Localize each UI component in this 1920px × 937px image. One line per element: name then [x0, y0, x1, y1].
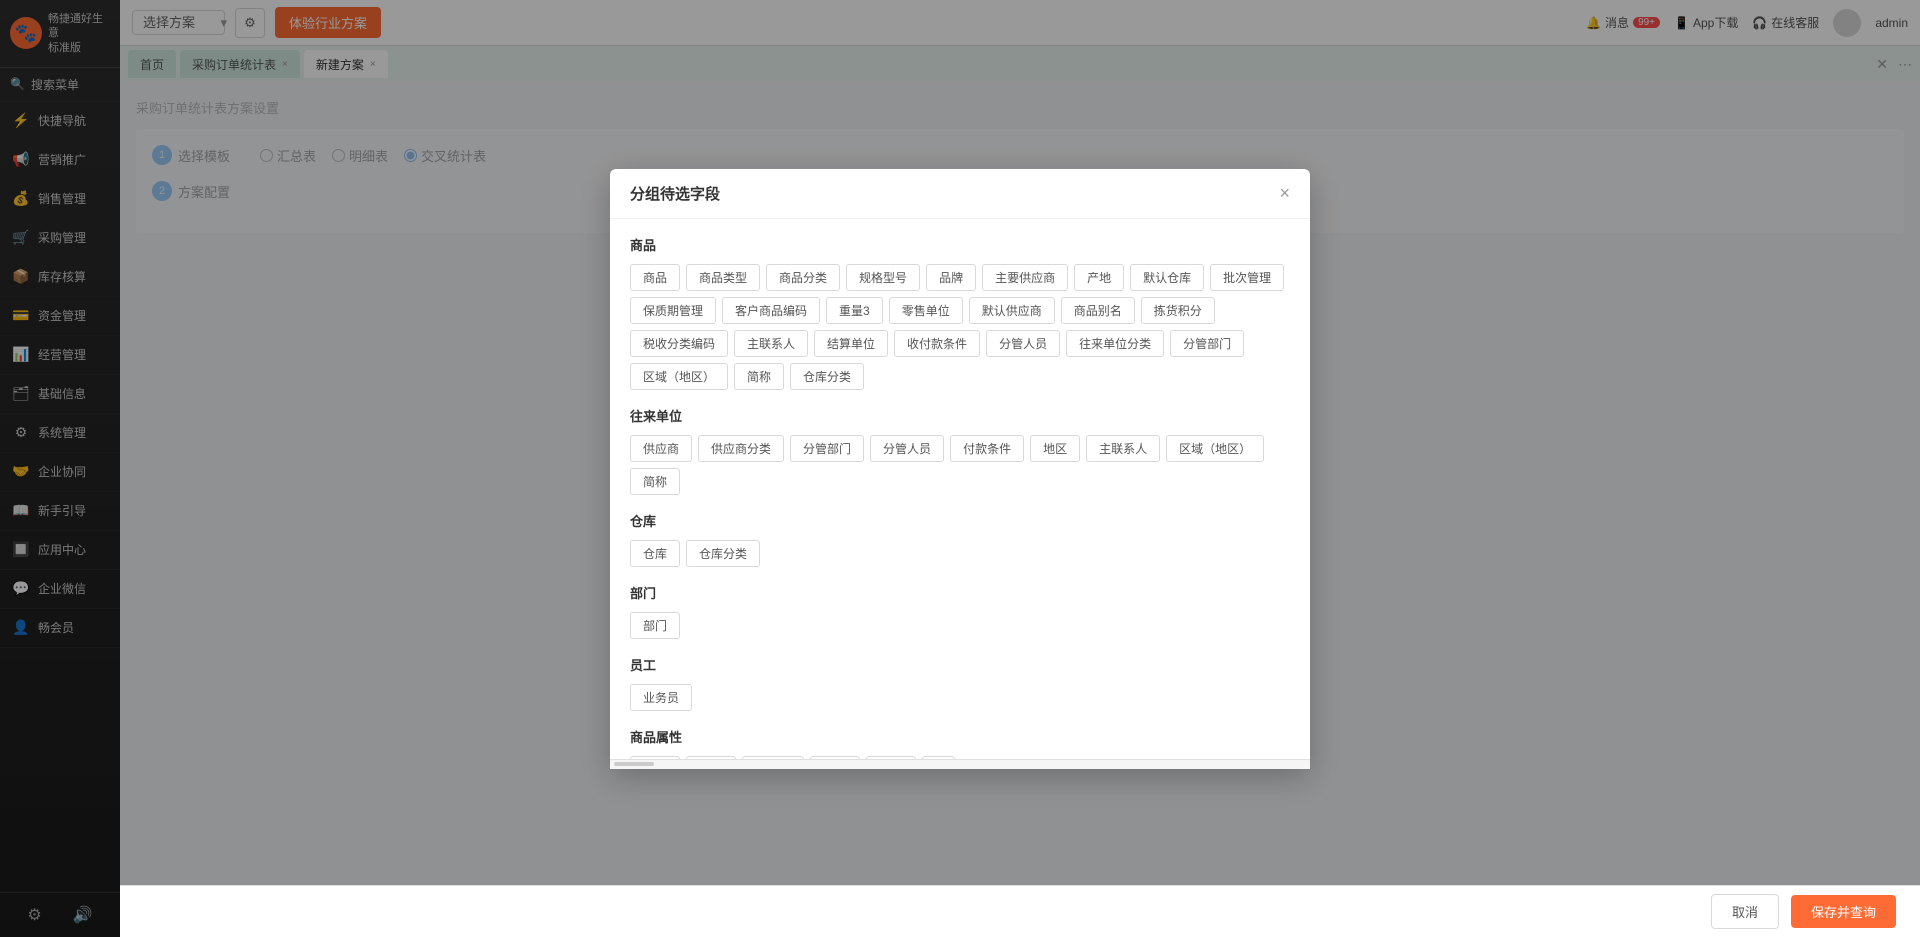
modal-title: 分组待选字段 — [630, 183, 720, 204]
section-title-product-attr: 商品属性 — [630, 727, 1290, 746]
tag-部门[interactable]: 部门 — [630, 612, 680, 639]
section-title-department: 部门 — [630, 583, 1290, 602]
section-title-product: 商品 — [630, 235, 1290, 254]
tag-默认仓库[interactable]: 默认仓库 — [1130, 264, 1204, 291]
section-title-employee: 员工 — [630, 655, 1290, 674]
tag-主联系人[interactable]: 主联系人 — [734, 330, 808, 357]
modal-body: 商品商品商品类型商品分类规格型号品牌主要供应商产地默认仓库批次管理保质期管理客户… — [610, 219, 1310, 759]
modal-header: 分组待选字段 × — [610, 169, 1310, 219]
tag-分管人员[interactable]: 分管人员 — [986, 330, 1060, 357]
tag-分管部门[interactable]: 分管部门 — [1170, 330, 1244, 357]
tag-重量3[interactable]: 重量3 — [826, 297, 883, 324]
tag-品牌[interactable]: 品牌 — [926, 264, 976, 291]
tag-仓库[interactable]: 仓库 — [630, 540, 680, 567]
tags-wrap-department: 部门 — [630, 612, 1290, 639]
cancel-button[interactable]: 取消 — [1711, 894, 1779, 929]
modal-close-btn[interactable]: × — [1279, 183, 1290, 204]
section-title-partner: 往来单位 — [630, 406, 1290, 425]
tags-wrap-warehouse: 仓库仓库分类 — [630, 540, 1290, 567]
tag-客户商品编码[interactable]: 客户商品编码 — [722, 297, 820, 324]
modal: 分组待选字段 × 商品商品商品类型商品分类规格型号品牌主要供应商产地默认仓库批次… — [610, 169, 1310, 769]
tag-拣货积分[interactable]: 拣货积分 — [1141, 297, 1215, 324]
tag-主联系人[interactable]: 主联系人 — [1086, 435, 1160, 462]
save-button[interactable]: 保存并查询 — [1791, 895, 1896, 928]
tags-wrap-partner: 供应商供应商分类分管部门分管人员付款条件地区主联系人区域（地区） 简称 — [630, 435, 1290, 495]
tag-商品分类[interactable]: 商品分类 — [766, 264, 840, 291]
tag-默认供应商[interactable]: 默认供应商 — [969, 297, 1055, 324]
tags-wrap-employee: 业务员 — [630, 684, 1290, 711]
tag-仓库分类[interactable]: 仓库分类 — [686, 540, 760, 567]
bottom-action-bar: 取消 保存并查询 — [120, 885, 1920, 937]
tag-仓库分类[interactable]: 仓库分类 — [790, 363, 864, 390]
tag-商品[interactable]: 商品 — [630, 264, 680, 291]
tag-简称[interactable]: 简称 — [630, 468, 680, 495]
tag-商品类型[interactable]: 商品类型 — [686, 264, 760, 291]
tag-付款条件[interactable]: 付款条件 — [950, 435, 1024, 462]
tag-分管部门[interactable]: 分管部门 — [790, 435, 864, 462]
tag-业务员[interactable]: 业务员 — [630, 684, 692, 711]
tag-规格型号[interactable]: 规格型号 — [846, 264, 920, 291]
tag-结算单位[interactable]: 结算单位 — [814, 330, 888, 357]
tag-区域（地区）[interactable]: 区域（地区） — [630, 363, 728, 390]
tag-税收分类编码[interactable]: 税收分类编码 — [630, 330, 728, 357]
tag-供应商[interactable]: 供应商 — [630, 435, 692, 462]
section-title-warehouse: 仓库 — [630, 511, 1290, 530]
tag-往来单位分类[interactable]: 往来单位分类 — [1066, 330, 1164, 357]
tag-产地[interactable]: 产地 — [1074, 264, 1124, 291]
tag-供应商分类[interactable]: 供应商分类 — [698, 435, 784, 462]
modal-scrollbar-x[interactable] — [610, 759, 1310, 769]
tag-零售单位[interactable]: 零售单位 — [889, 297, 963, 324]
tag-收付款条件[interactable]: 收付款条件 — [894, 330, 980, 357]
tag-地区[interactable]: 地区 — [1030, 435, 1080, 462]
tag-商品别名[interactable]: 商品别名 — [1061, 297, 1135, 324]
tag-主要供应商[interactable]: 主要供应商 — [982, 264, 1068, 291]
tag-保质期管理[interactable]: 保质期管理 — [630, 297, 716, 324]
tag-区域（地区）[interactable]: 区域（地区） — [1166, 435, 1264, 462]
tag-批次管理[interactable]: 批次管理 — [1210, 264, 1284, 291]
tag-分管人员[interactable]: 分管人员 — [870, 435, 944, 462]
tags-wrap-product: 商品商品类型商品分类规格型号品牌主要供应商产地默认仓库批次管理保质期管理客户商品… — [630, 264, 1290, 390]
tag-简称[interactable]: 简称 — [734, 363, 784, 390]
